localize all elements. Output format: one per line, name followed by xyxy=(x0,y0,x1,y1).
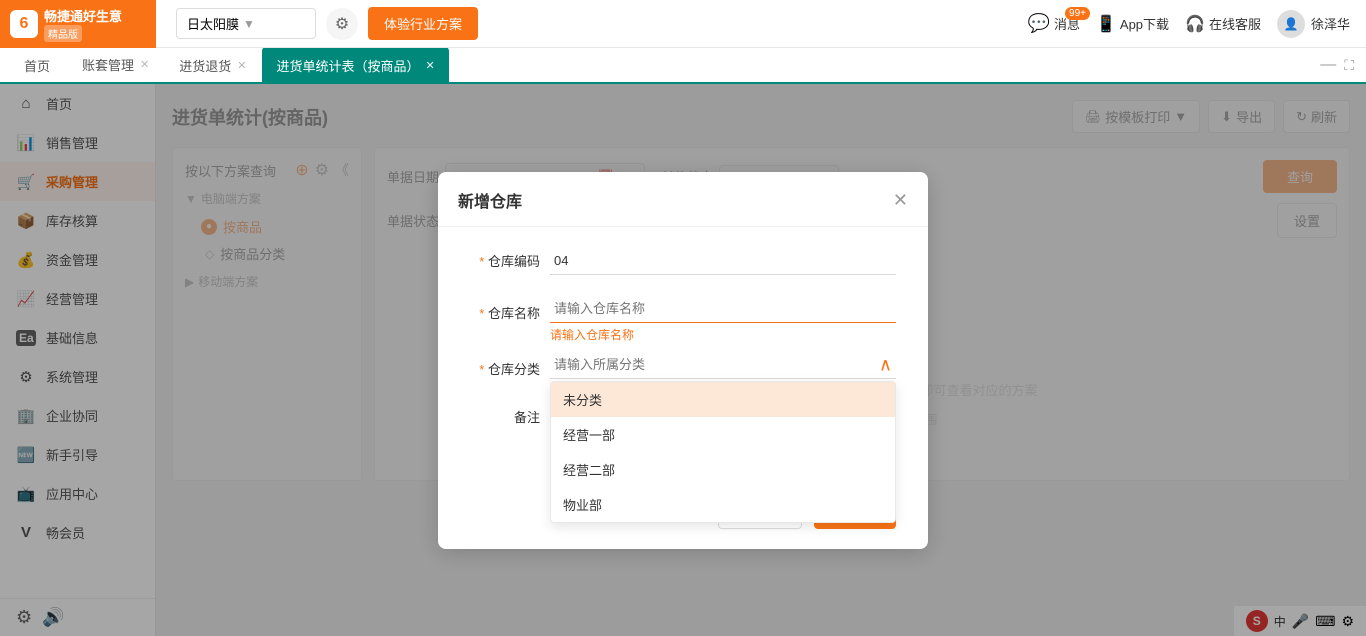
tab-window-controls: — ⛶ xyxy=(1320,56,1358,74)
message-icon: 💬 xyxy=(1028,13,1050,34)
warehouse-name-row: * 仓库名称 请输入仓库名称 xyxy=(470,295,896,343)
tab-bar: 首页 账套管理 ✕ 进货退货 ✕ 进货单统计表（按商品） ✕ — ⛶ xyxy=(0,48,1366,84)
category-label: * 仓库分类 xyxy=(470,351,550,378)
message-btn[interactable]: 💬 消息 99+ xyxy=(1028,13,1080,34)
code-input[interactable] xyxy=(550,247,896,275)
chevron-down-icon: ▼ xyxy=(243,17,255,31)
dialog-body: * 仓库编码 * 仓库名称 请输入仓库名称 xyxy=(438,227,928,492)
dropdown-item-none[interactable]: 未分类 xyxy=(551,382,895,417)
user-area[interactable]: 👤 徐泽华 xyxy=(1277,10,1350,38)
dropdown-item-dept2[interactable]: 经营二部 xyxy=(551,452,895,487)
username: 徐泽华 xyxy=(1311,14,1350,33)
tab-accounts[interactable]: 账套管理 ✕ xyxy=(68,47,163,83)
category-input-wrap: ∧ 未分类 经营一部 经营二部 物业部 xyxy=(550,351,896,379)
category-dropdown: 未分类 经营一部 经营二部 物业部 xyxy=(550,381,896,523)
store-name: 日太阳膜 xyxy=(187,14,239,33)
category-input[interactable] xyxy=(550,351,896,379)
tab-minimize-icon[interactable]: — xyxy=(1320,56,1336,74)
online-service-btn[interactable]: 🎧 在线客服 xyxy=(1185,14,1261,34)
tab-active-close[interactable]: ✕ xyxy=(426,59,435,72)
remark-label-text: 备注 xyxy=(514,410,540,425)
trial-button[interactable]: 体验行业方案 xyxy=(368,7,478,40)
name-required-star: * xyxy=(479,306,484,321)
dialog-header: 新增仓库 ✕ xyxy=(438,172,928,227)
phone-icon: 📱 xyxy=(1096,14,1116,34)
message-badge: 99+ xyxy=(1065,7,1090,20)
tab-purchase-return[interactable]: 进货退货 ✕ xyxy=(165,47,260,83)
code-label-text: 仓库编码 xyxy=(488,254,540,269)
settings-gear-button[interactable]: ⚙ xyxy=(326,8,358,40)
dialog: 新增仓库 ✕ * 仓库编码 * xyxy=(438,172,928,549)
avatar: 👤 xyxy=(1277,10,1305,38)
warehouse-category-row: * 仓库分类 ∧ 未分类 经营一部 经营二部 物业部 xyxy=(470,351,896,379)
logo-title: 畅捷通好生意 xyxy=(44,6,122,25)
dialog-overlay: 新增仓库 ✕ * 仓库编码 * xyxy=(0,84,1366,636)
name-label: * 仓库名称 xyxy=(470,295,550,322)
dropdown-item-dept1[interactable]: 经营一部 xyxy=(551,417,895,452)
tab-accounts-label: 账套管理 xyxy=(82,55,134,74)
header-right: 💬 消息 99+ 📱 App下载 🎧 在线客服 👤 徐泽华 xyxy=(1028,10,1366,38)
dialog-close-icon[interactable]: ✕ xyxy=(893,191,908,209)
tab-maximize-icon[interactable]: ⛶ xyxy=(1344,57,1354,74)
name-error-msg: 请输入仓库名称 xyxy=(550,326,896,343)
online-service-label: 在线客服 xyxy=(1209,14,1261,33)
logo-area[interactable]: 6 畅捷通好生意 精品版 xyxy=(0,0,156,48)
tab-home-label: 首页 xyxy=(24,56,50,75)
category-label-text: 仓库分类 xyxy=(488,362,540,377)
dialog-title: 新增仓库 xyxy=(458,188,522,212)
headset-icon: 🎧 xyxy=(1185,14,1205,34)
remark-label: 备注 xyxy=(470,399,550,426)
name-input[interactable] xyxy=(550,295,896,323)
app-download-btn[interactable]: 📱 App下载 xyxy=(1096,14,1169,34)
logo-text-group: 畅捷通好生意 精品版 xyxy=(44,6,122,42)
logo-subtitle: 精品版 xyxy=(44,25,82,42)
store-selector[interactable]: 日太阳膜 ▼ xyxy=(176,8,316,39)
category-arrow-up-icon[interactable]: ∧ xyxy=(879,354,892,375)
tab-home[interactable]: 首页 xyxy=(8,47,66,83)
dropdown-item-dept3[interactable]: 物业部 xyxy=(551,487,895,522)
category-required-star: * xyxy=(479,362,484,377)
logo-icon: 6 xyxy=(10,10,38,38)
tab-active[interactable]: 进货单统计表（按商品） ✕ xyxy=(262,47,448,83)
name-input-wrap: 请输入仓库名称 xyxy=(550,295,896,343)
top-header: 6 畅捷通好生意 精品版 日太阳膜 ▼ ⚙ 体验行业方案 💬 消息 99+ 📱 … xyxy=(0,0,1366,48)
tab-purchase-return-close[interactable]: ✕ xyxy=(237,59,246,72)
name-label-text: 仓库名称 xyxy=(488,306,540,321)
code-required-star: * xyxy=(479,254,484,269)
code-label: * 仓库编码 xyxy=(470,251,550,270)
code-input-wrap xyxy=(550,247,896,275)
tab-purchase-return-label: 进货退货 xyxy=(179,56,231,75)
app-download-label: App下载 xyxy=(1120,14,1169,33)
warehouse-code-row: * 仓库编码 xyxy=(470,247,896,275)
tab-accounts-close[interactable]: ✕ xyxy=(140,58,149,71)
tab-active-label: 进货单统计表（按商品） xyxy=(276,56,419,75)
